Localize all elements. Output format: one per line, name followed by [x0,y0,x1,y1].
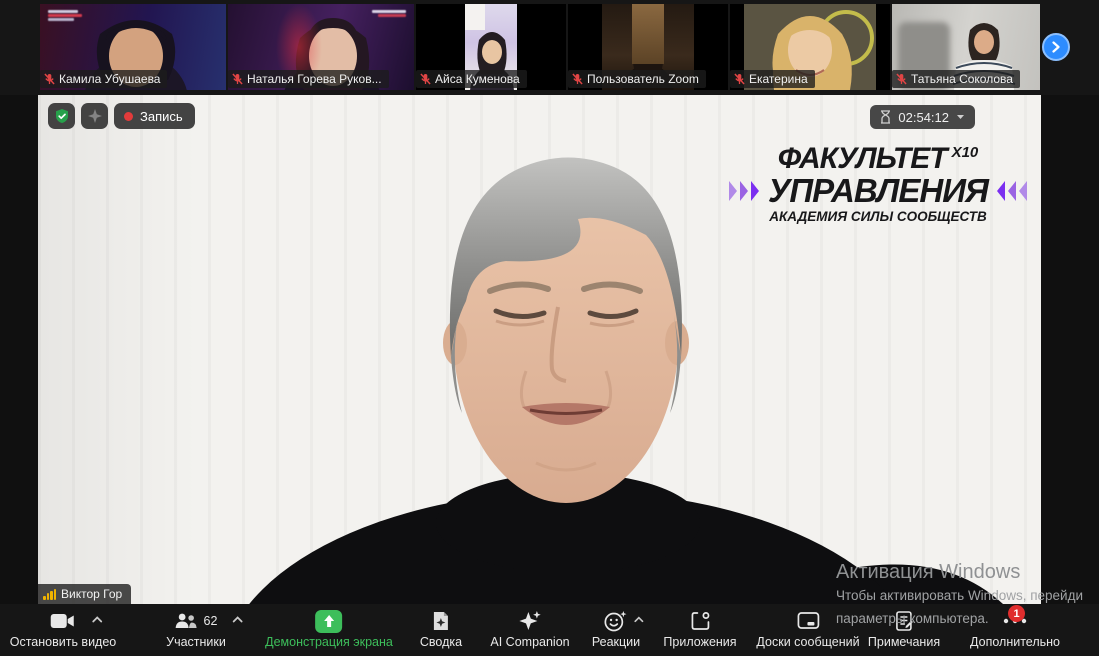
participant-tile[interactable]: Пользователь Zoom [568,4,728,90]
meeting-timer[interactable]: 02:54:12 [870,105,975,129]
caret-up-icon[interactable] [92,616,103,623]
toolbar-label: Участники [166,635,226,649]
brand-subtitle-row: УПРАВЛЕНИЯ [723,174,1033,208]
toolbar-stop-video[interactable]: Остановить видео [9,608,117,649]
caret-up-icon[interactable] [634,616,644,623]
participant-name: Камила Убушаева [59,72,161,86]
ai-sparkle-icon [519,611,541,630]
toolbar-whiteboards[interactable]: Доски сообщений [756,608,860,649]
toolbar-label: Дополнительно [970,635,1060,649]
background-brand-logo [372,10,406,17]
mic-muted-icon [44,73,55,85]
security-button[interactable] [48,103,75,129]
brand-title: ФАКУЛЬТЕТ [777,142,948,175]
participant-name-tag: Пользователь Zoom [568,70,706,88]
participant-tile[interactable]: Камила Убушаева [40,4,226,90]
participant-name-tag: Камила Убушаева [40,70,168,88]
participant-tile[interactable]: Айса Куменова [416,4,566,90]
toolbar-label: Приложения [663,635,737,649]
share-screen-icon [315,609,343,633]
toolbar-label: Реакции [591,635,641,649]
next-participants-button[interactable] [1042,33,1070,61]
participant-name-tag: Екатерина [730,70,815,88]
toolbar-label: Сводка [419,635,463,649]
recording-indicator[interactable]: Запись [114,103,195,129]
toolbar-label: Остановить видео [9,635,117,649]
brand-title-row: ФАКУЛЬТЕТ X10 [723,138,1033,174]
participant-tile[interactable]: Наталья Горева Руков... [228,4,414,90]
toolbar-label: AI Companion [490,635,570,649]
toolbar-share-screen[interactable]: Демонстрация экрана [265,608,393,649]
room-doorway [632,4,664,64]
toolbar-participants[interactable]: 62 Участники [166,608,243,649]
audio-level-icon [43,588,56,600]
toolbar-apps[interactable]: Приложения [663,608,737,649]
brand-multiplier: X10 [951,144,979,161]
zoom-meeting-window: Камила Убушаева Наталья Горева Руков... … [0,0,1099,656]
chevron-right-icon [1052,41,1060,53]
chevrons-left-icon [997,181,1027,201]
participant-tile[interactable]: Екатерина [730,4,890,90]
mic-muted-icon [572,73,583,85]
sparkle-icon [87,109,102,123]
video-camera-icon [51,614,74,628]
participant-name: Татьяна Соколова [911,72,1013,86]
participant-name: Наталья Горева Руков... [247,72,382,86]
toolbar-label: Примечания [867,635,941,649]
participant-name: Пользователь Zoom [587,72,699,86]
timer-value: 02:54:12 [898,109,949,125]
hourglass-icon [881,110,891,124]
toolbar-summary[interactable]: Сводка [420,608,462,649]
apps-icon [691,612,709,630]
participants-filmstrip: Камила Убушаева Наталья Горева Руков... … [0,0,1099,95]
toolbar-label: Доски сообщений [756,635,860,649]
participant-tile[interactable]: Татьяна Соколова [892,4,1040,90]
speaker-name-tag: Виктор Гор [38,584,132,604]
shield-check-icon [55,109,68,123]
toolbar-ai-companion[interactable]: AI Companion [490,608,570,649]
participant-name: Екатерина [749,72,808,86]
reactions-smiley-icon [604,611,627,632]
participant-name: Айса Куменова [435,72,520,86]
toolbar-label: Демонстрация экрана [265,635,393,649]
record-dot-icon [124,111,133,121]
participants-count: 62 [203,614,218,628]
brand-subtitle: УПРАВЛЕНИЯ [768,172,989,209]
meeting-toolbar: Остановить видео 62 Участники Демонстрац… [0,604,1099,656]
participants-icon [176,613,198,628]
recording-label: Запись [140,108,183,124]
mic-muted-icon [896,73,907,85]
speaker-name: Виктор Гор [61,587,123,601]
participant-name-tag: Татьяна Соколова [892,70,1020,88]
toolbar-reactions[interactable]: Реакции [591,608,644,649]
room-cabinet [465,4,485,30]
participant-name-tag: Наталья Горева Руков... [228,70,389,88]
toolbar-notes[interactable]: Примечания [868,608,940,649]
brand-logo: ФАКУЛЬТЕТ X10 УПРАВЛЕНИЯ АКАДЕМИЯ СИЛЫ СО… [723,138,1033,226]
summary-doc-icon [433,612,448,630]
caret-down-icon [957,115,964,119]
ai-companion-button[interactable] [81,103,108,129]
brand-tagline: АКАДЕМИЯ СИЛЫ СООБЩЕСТВ [769,209,987,224]
chevrons-right-icon [729,181,759,201]
notification-badge: 1 [1008,605,1025,622]
notes-icon [896,611,913,631]
mic-muted-icon [734,73,745,85]
mic-muted-icon [232,73,243,85]
mic-muted-icon [420,73,431,85]
whiteboard-icon [797,612,819,629]
background-brand-logo [48,10,82,21]
caret-up-icon[interactable] [233,616,244,623]
active-speaker-video: ФАКУЛЬТЕТ X10 УПРАВЛЕНИЯ АКАДЕМИЯ СИЛЫ СО… [38,95,1041,604]
participant-name-tag: Айса Куменова [416,70,527,88]
